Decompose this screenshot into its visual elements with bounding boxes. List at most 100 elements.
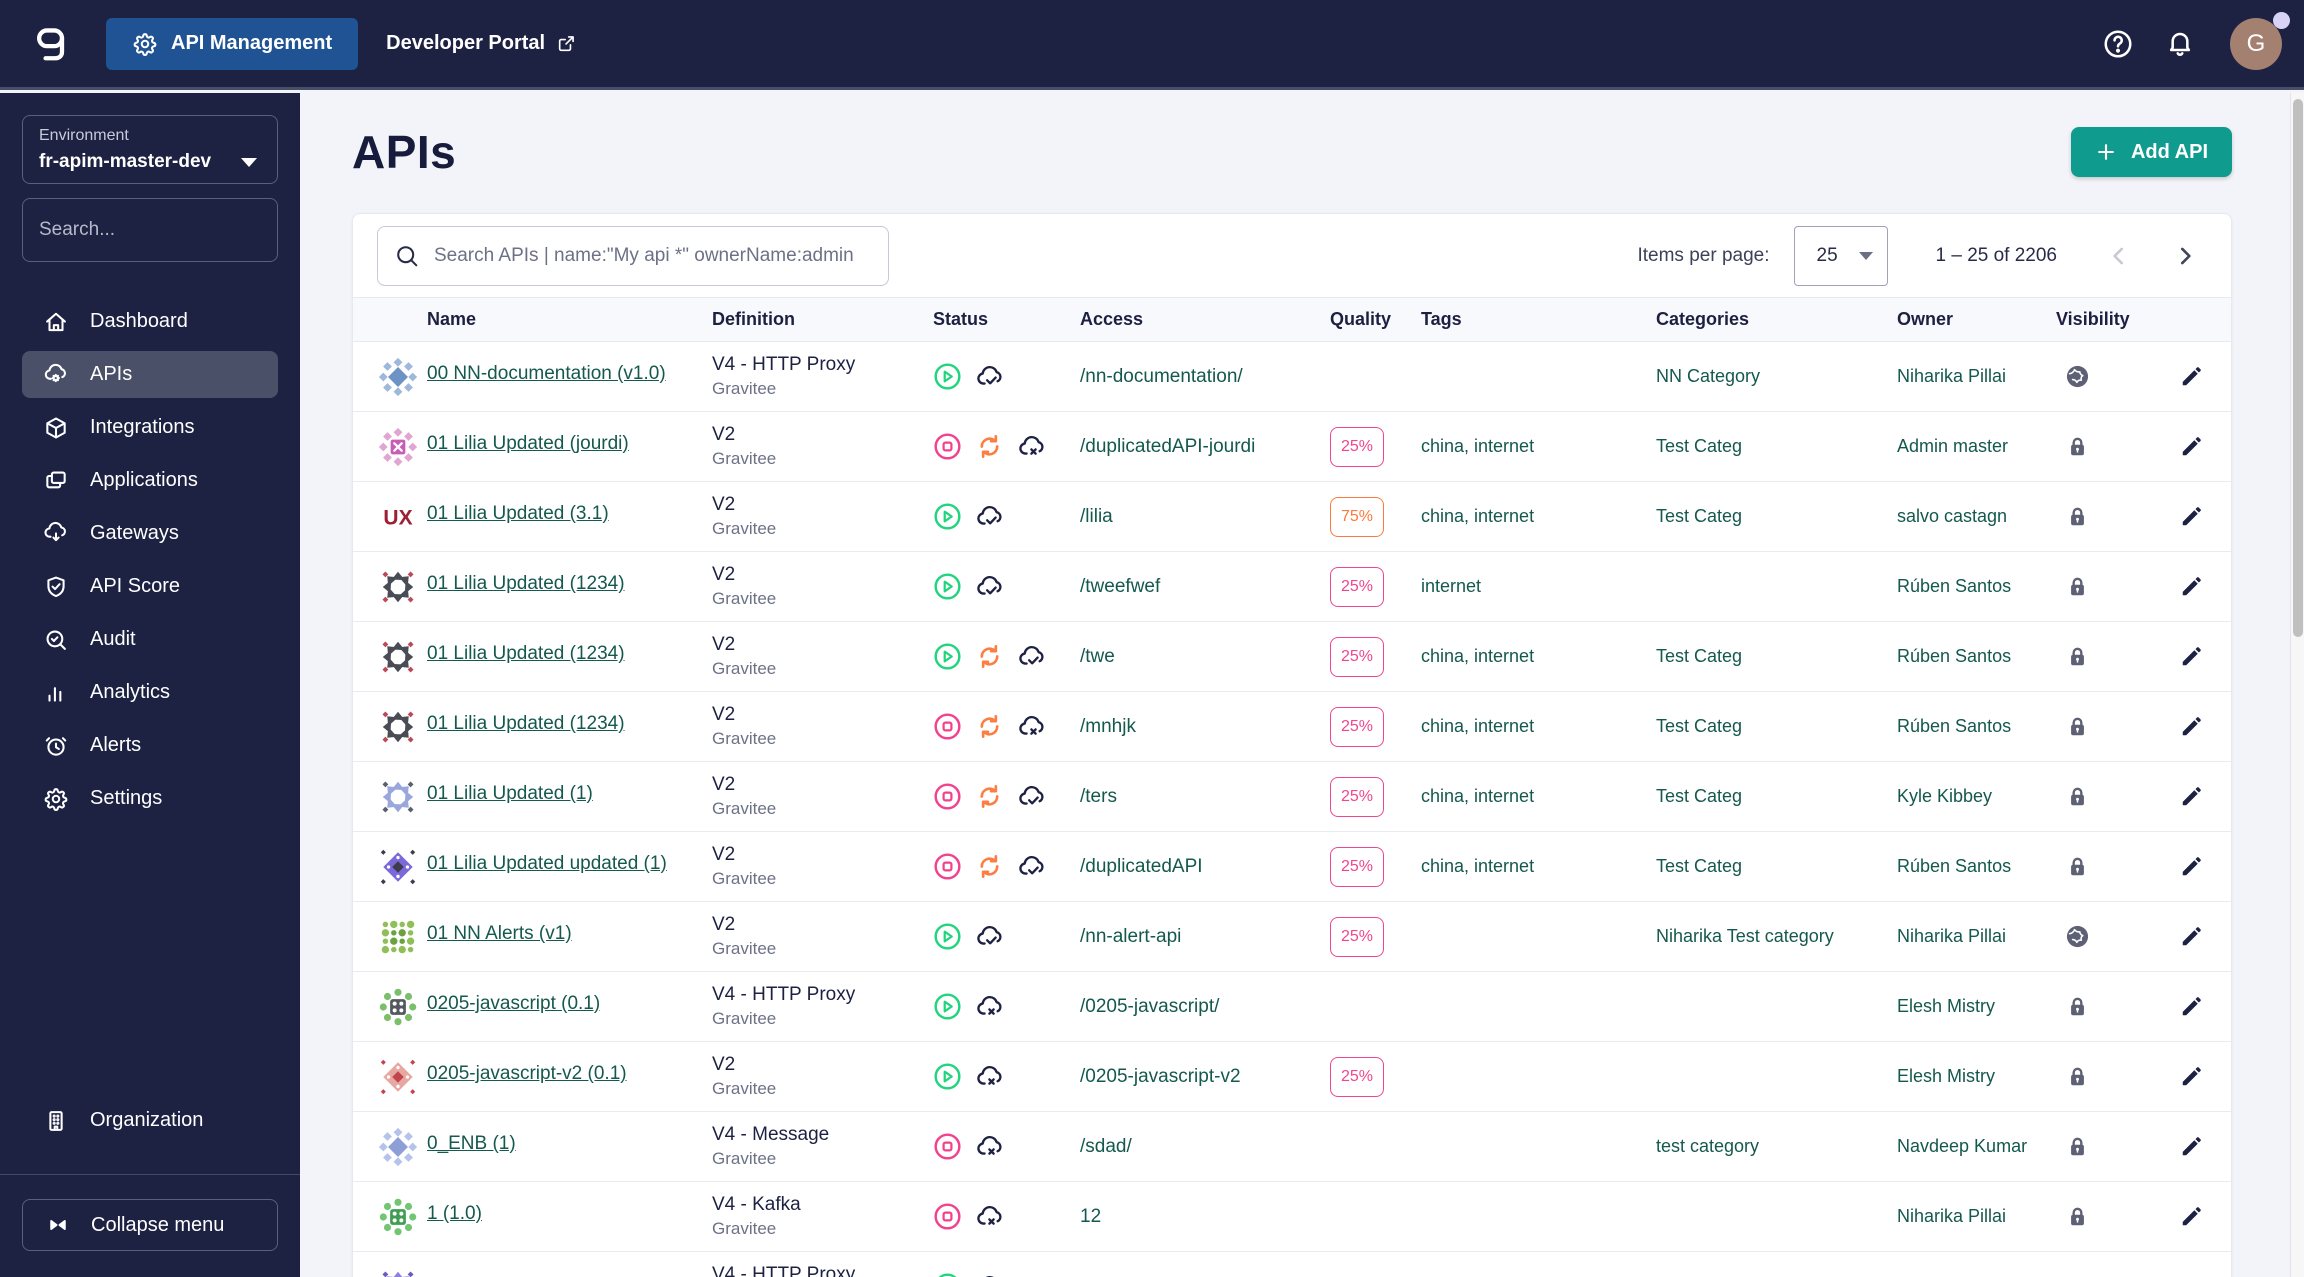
api-name-link[interactable]: 01 Lilia Updated updated (1) xyxy=(427,853,667,875)
edit-api-button[interactable] xyxy=(2169,1265,2213,1277)
table-row[interactable]: 01 Lilia Updated updated (1) V2 Gravitee… xyxy=(353,832,2231,902)
sidebar-item-gateways[interactable]: Gateways xyxy=(22,510,278,557)
categories-text: Test Categ xyxy=(1656,856,1743,876)
gear-icon xyxy=(43,786,69,812)
definition-version: V4 - Kafka xyxy=(712,1194,801,1215)
edit-api-button[interactable] xyxy=(2169,565,2213,609)
api-avatar xyxy=(377,1266,419,1277)
api-name-link[interactable]: 01 Lilia Updated (1234) xyxy=(427,713,625,735)
table-row[interactable]: 01 Lilia Updated (jourdi) V2 Gravitee /d… xyxy=(353,412,2231,482)
api-name-link[interactable]: 01 NN Alerts (v1) xyxy=(427,923,572,945)
environment-value: fr-apim-master-dev xyxy=(39,151,212,172)
sidebar-item-analytics[interactable]: Analytics xyxy=(22,669,278,716)
scrollbar-thumb[interactable] xyxy=(2293,99,2303,637)
api-name-link[interactable]: 1 (1.0) xyxy=(427,1203,482,1225)
edit-api-button[interactable] xyxy=(2169,495,2213,539)
api-name-link[interactable]: 01 Lilia Updated (jourdi) xyxy=(427,433,629,455)
api-name-link[interactable]: 01 Lilia Updated (1234) xyxy=(427,573,625,595)
sidebar-item-alerts[interactable]: Alerts xyxy=(22,722,278,769)
table-row[interactable]: 01 Lilia Updated (1234) V2 Gravitee /twe… xyxy=(353,622,2231,692)
notifications-button[interactable] xyxy=(2164,28,2196,60)
sidebar-search-input[interactable] xyxy=(39,219,284,241)
edit-api-button[interactable] xyxy=(2169,425,2213,469)
pencil-icon xyxy=(2179,1204,2204,1229)
status-synced-cloud-icon xyxy=(975,1272,1004,1277)
previous-page-button[interactable] xyxy=(2097,234,2141,278)
quality-badge[interactable]: 25% xyxy=(1330,846,1384,887)
home-icon xyxy=(43,309,69,335)
quality-badge[interactable]: 25% xyxy=(1330,706,1384,747)
sidebar-item-audit[interactable]: Audit xyxy=(22,616,278,663)
pencil-icon xyxy=(2179,854,2204,879)
api-search[interactable] xyxy=(377,225,889,286)
help-button[interactable] xyxy=(2102,28,2134,60)
api-name-link[interactable]: 01 Lilia Updated (1) xyxy=(427,783,593,805)
edit-api-button[interactable] xyxy=(2169,1055,2213,1099)
environment-select[interactable]: Environment fr-apim-master-dev xyxy=(22,115,278,184)
next-page-button[interactable] xyxy=(2163,234,2207,278)
edit-api-button[interactable] xyxy=(2169,985,2213,1029)
table-row[interactable]: 0205-javascript (0.1) V4 - HTTP Proxy Gr… xyxy=(353,972,2231,1042)
access-path: /ters xyxy=(1080,785,1117,807)
add-api-button[interactable]: Add API xyxy=(2070,127,2232,177)
quality-badge[interactable]: 25% xyxy=(1330,566,1384,607)
access-path: /twe xyxy=(1080,645,1115,667)
quality-badge[interactable]: 25% xyxy=(1330,776,1384,817)
page-scrollbar[interactable] xyxy=(2290,93,2304,1277)
app-switcher-api-management[interactable]: API Management xyxy=(106,17,359,70)
table-row[interactable]: 01 NN Alerts (v1) V2 Gravitee /nn-alert-… xyxy=(353,902,2231,972)
status-synced-cloud-icon xyxy=(975,572,1004,601)
quality-cell: 25% xyxy=(1330,636,1421,677)
categories-text: test category xyxy=(1656,1136,1760,1156)
sidebar-item-settings[interactable]: Settings xyxy=(22,775,278,822)
sidebar-item-integrations[interactable]: Integrations xyxy=(22,404,278,451)
api-name-link[interactable]: 0205-javascript (0.1) xyxy=(427,993,600,1015)
sidebar-item-organization[interactable]: Organization xyxy=(22,1097,278,1144)
items-per-page-select[interactable]: 25 xyxy=(1793,225,1888,286)
collapse-menu-button[interactable]: Collapse menu xyxy=(22,1199,278,1251)
sidebar-item-applications[interactable]: Applications xyxy=(22,457,278,504)
edit-api-button[interactable] xyxy=(2169,635,2213,679)
edit-api-button[interactable] xyxy=(2169,355,2213,399)
api-name-link[interactable]: 0_ENB (1) xyxy=(427,1133,516,1155)
api-name-link[interactable]: 01 Lilia Updated (3.1) xyxy=(427,503,609,525)
status-unsynced-cloud-icon xyxy=(975,992,1004,1021)
edit-api-button[interactable] xyxy=(2169,1195,2213,1239)
sidebar-item-api-score[interactable]: API Score xyxy=(22,563,278,610)
sidebar-item-dashboard[interactable]: Dashboard xyxy=(22,298,278,345)
plus-icon xyxy=(2095,141,2117,163)
api-name-link[interactable]: 01 Lilia Updated (1234) xyxy=(427,643,625,665)
table-row[interactable]: 0_ENB (1) V4 - Message Gravitee /sdad/ t… xyxy=(353,1112,2231,1182)
developer-portal-link[interactable]: Developer Portal xyxy=(386,32,577,55)
table-row[interactable]: 01 Lilia Updated (1) V2 Gravitee /ters 2… xyxy=(353,762,2231,832)
search-icon xyxy=(394,243,420,269)
pencil-icon xyxy=(2179,714,2204,739)
sidebar-item-apis[interactable]: APIs xyxy=(22,351,278,398)
user-menu[interactable]: G xyxy=(2230,11,2290,70)
definition-vendor: Gravitee xyxy=(712,519,777,538)
api-name-link[interactable]: 0205-javascript-v2 (0.1) xyxy=(427,1063,627,1085)
quality-badge[interactable]: 75% xyxy=(1330,496,1384,537)
quality-badge[interactable]: 25% xyxy=(1330,636,1384,677)
table-row[interactable]: V4 - HTTP Proxy Gravitee xyxy=(353,1252,2231,1277)
edit-api-button[interactable] xyxy=(2169,915,2213,959)
edit-api-button[interactable] xyxy=(2169,705,2213,749)
table-row[interactable]: 00 NN-documentation (v1.0) V4 - HTTP Pro… xyxy=(353,342,2231,412)
table-row[interactable]: 0205-javascript-v2 (0.1) V2 Gravitee /02… xyxy=(353,1042,2231,1112)
edit-api-button[interactable] xyxy=(2169,775,2213,819)
table-row[interactable]: 01 Lilia Updated (1234) V2 Gravitee /mnh… xyxy=(353,692,2231,762)
app-switcher-label: API Management xyxy=(171,32,333,54)
status-cell xyxy=(933,992,1080,1021)
edit-api-button[interactable] xyxy=(2169,845,2213,889)
api-search-input[interactable] xyxy=(434,244,872,267)
api-avatar xyxy=(377,356,419,398)
sidebar-search[interactable] xyxy=(22,198,284,262)
table-row[interactable]: 1 (1.0) V4 - Kafka Gravitee 12 Niharika … xyxy=(353,1182,2231,1252)
api-name-link[interactable]: 00 NN-documentation (v1.0) xyxy=(427,363,666,385)
quality-badge[interactable]: 25% xyxy=(1330,916,1384,957)
quality-badge[interactable]: 25% xyxy=(1330,1056,1384,1097)
edit-api-button[interactable] xyxy=(2169,1125,2213,1169)
table-row[interactable]: UX 01 Lilia Updated (3.1) V2 Gravitee /l… xyxy=(353,482,2231,552)
table-row[interactable]: 01 Lilia Updated (1234) V2 Gravitee /twe… xyxy=(353,552,2231,622)
quality-badge[interactable]: 25% xyxy=(1330,426,1384,467)
